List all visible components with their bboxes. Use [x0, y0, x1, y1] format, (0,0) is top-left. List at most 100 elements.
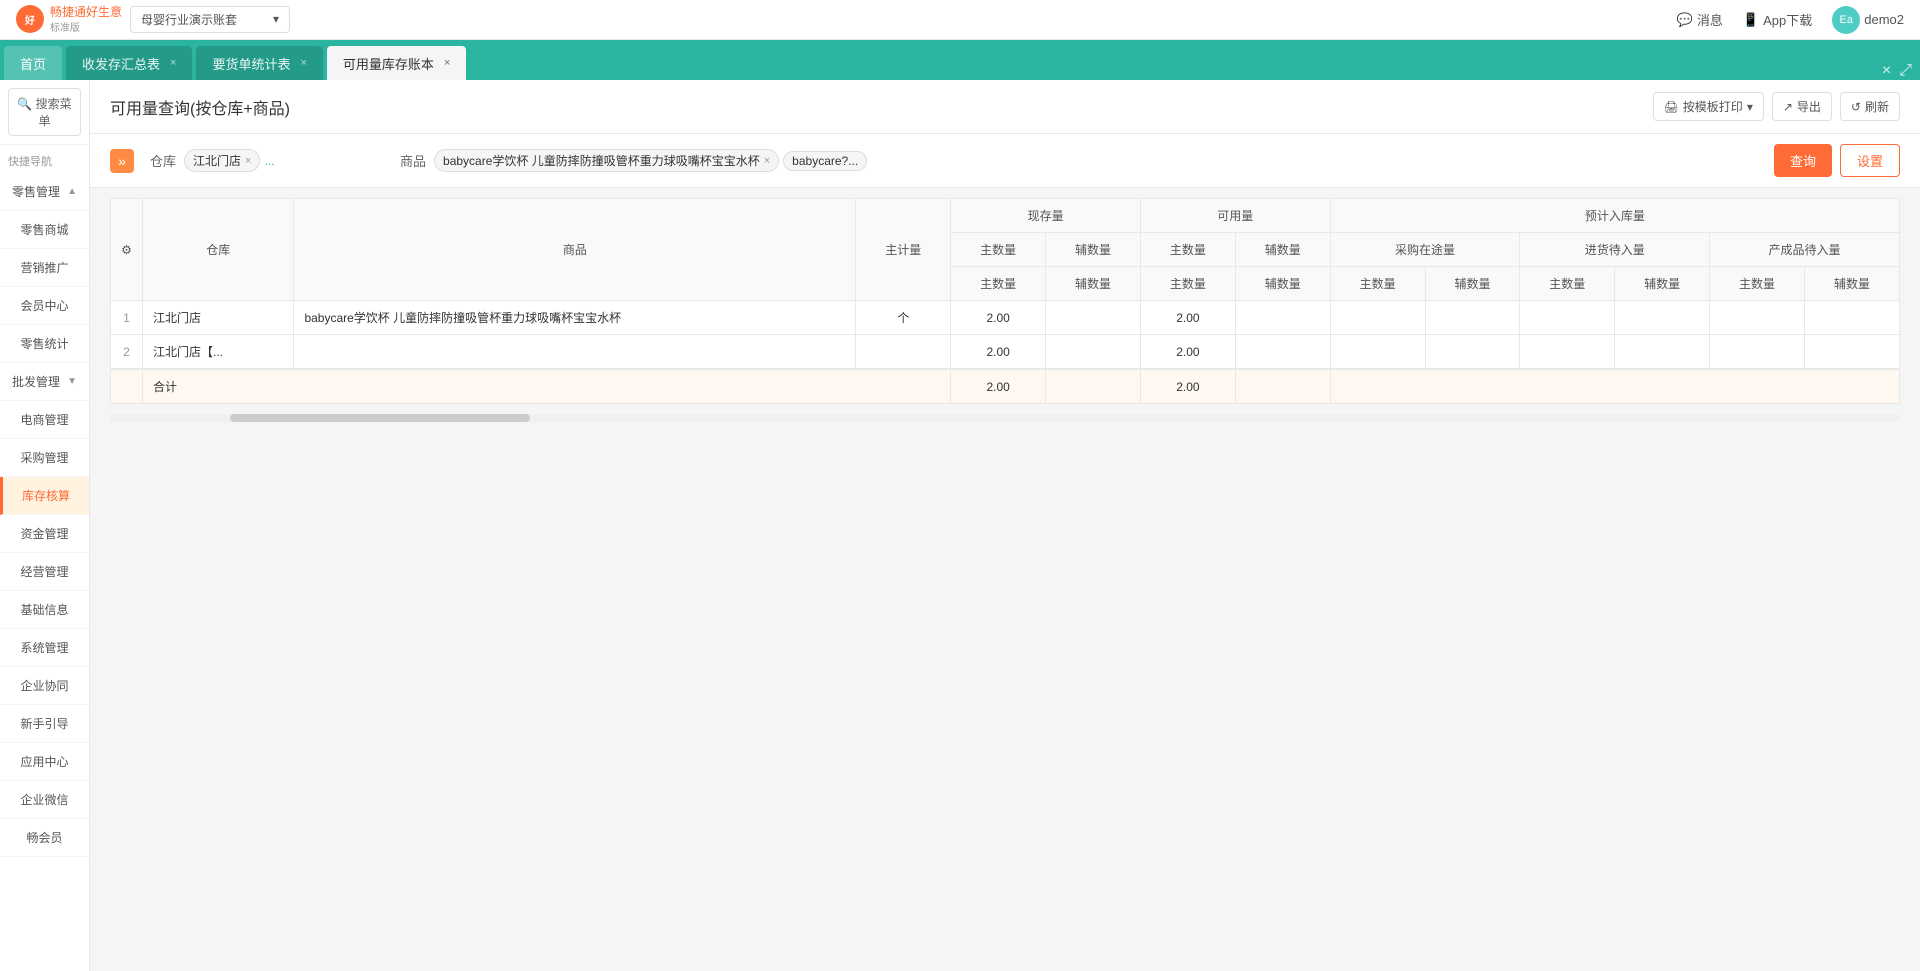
refresh-button[interactable]: ↺ 刷新	[1840, 92, 1900, 121]
app-download-button[interactable]: 📱 App下载	[1743, 10, 1812, 29]
filter-area: » 仓库 江北门店 × ... 商品 babycare学饮杯 儿童防摔防撞吸管杯…	[90, 134, 1920, 188]
print-button[interactable]: 🖨 按模板打印 ▾	[1653, 92, 1764, 121]
row-current-aux-1	[1046, 335, 1141, 370]
scroll-thumb[interactable]	[230, 414, 530, 422]
sidebar-item-ecommerce[interactable]: 电商管理	[0, 401, 89, 439]
product-tag-2-value: babycare?...	[792, 154, 858, 168]
message-button[interactable]: 💬 消息	[1677, 10, 1723, 29]
warehouse-filter-tags: 江北门店 × ...	[184, 149, 384, 172]
tab-close-all-button[interactable]: ×	[1882, 62, 1891, 80]
refresh-label: 刷新	[1865, 98, 1889, 115]
total-row: 合计 2.00 2.00	[111, 369, 1900, 404]
sidebar-retail-mall-label: 零售商城	[20, 221, 68, 238]
warehouse-filter-group: 仓库 江北门店 × ...	[150, 149, 384, 172]
scroll-bar-container	[90, 414, 1920, 426]
tab-income-summary-close[interactable]: ×	[170, 57, 176, 69]
sidebar-item-finance[interactable]: 资金管理	[0, 515, 89, 553]
col-pm-sub-main: 主数量	[1330, 267, 1425, 301]
sidebar-item-wechat[interactable]: 企业微信	[0, 781, 89, 819]
filter-actions: 查询 设置	[1774, 144, 1900, 177]
warehouse-tag-1-close[interactable]: ×	[245, 155, 251, 167]
product-tag-2[interactable]: babycare?...	[783, 151, 867, 171]
total-label-cell	[111, 369, 143, 404]
sidebar-item-enterprise[interactable]: 企业协同	[0, 667, 89, 705]
expand-filter-button[interactable]: »	[110, 149, 134, 173]
tab-order-stats[interactable]: 要货单统计表 ×	[196, 46, 322, 80]
row-purchase-aux-0	[1425, 301, 1520, 335]
export-button[interactable]: ↗ 导出	[1772, 92, 1832, 121]
row-transit-main-1	[1520, 335, 1615, 370]
sidebar-app-center-label: 应用中心	[20, 753, 68, 770]
sidebar-item-basic-info[interactable]: 基础信息	[0, 591, 89, 629]
product-tag-1[interactable]: babycare学饮杯 儿童防摔防撞吸管杯重力球吸嘴杯宝宝水杯 ×	[434, 149, 779, 172]
tab-income-summary[interactable]: 收发存汇总表 ×	[66, 46, 192, 80]
product-tag-1-value: babycare学饮杯 儿童防摔防撞吸管杯重力球吸嘴杯宝宝水杯	[443, 152, 760, 169]
sidebar-item-app-center[interactable]: 应用中心	[0, 743, 89, 781]
sidebar-enterprise-label: 企业协同	[20, 677, 68, 694]
row-transit-main-0	[1520, 301, 1615, 335]
col-warehouse-header: 仓库	[143, 199, 294, 301]
col-current-aux-header: 辅数量	[1046, 233, 1141, 267]
filter-settings-button[interactable]: 设置	[1840, 144, 1900, 177]
total-available-main: 2.00	[1140, 369, 1235, 404]
sidebar-item-marketing[interactable]: 营销推广	[0, 249, 89, 287]
sidebar-item-operations[interactable]: 经营管理	[0, 553, 89, 591]
row-production-main-1	[1710, 335, 1805, 370]
user-profile[interactable]: Ea demo2	[1832, 6, 1904, 34]
sidebar-basic-info-label: 基础信息	[20, 601, 68, 618]
logo-area: 好 畅捷通好生意 标准版	[16, 5, 122, 34]
tab-home[interactable]: 首页	[4, 46, 62, 80]
sidebar-retail-mgmt-label: 零售管理	[12, 183, 60, 200]
sidebar-item-new-guide[interactable]: 新手引导	[0, 705, 89, 743]
message-label: 消息	[1697, 10, 1723, 29]
sidebar-retail-stats-label: 零售统计	[20, 335, 68, 352]
page-header: 可用量查询(按仓库+商品) 🖨 按模板打印 ▾ ↗ 导出 ↺ 刷新	[90, 80, 1920, 134]
sidebar-new-guide-label: 新手引导	[20, 715, 68, 732]
row-num-1: 2	[111, 335, 143, 370]
row-warehouse-0: 江北门店	[143, 301, 294, 335]
sidebar-item-purchase[interactable]: 采购管理	[0, 439, 89, 477]
sidebar-item-vip[interactable]: 畅会员	[0, 819, 89, 857]
row-purchase-main-1	[1330, 335, 1425, 370]
sidebar: 🔍 搜索菜单 快捷导航 零售管理 ▲ 零售商城 营销推广 会员中心 零售统计 批…	[0, 80, 90, 971]
page-title: 可用量查询(按仓库+商品)	[110, 95, 290, 119]
warehouse-tag-1[interactable]: 江北门店 ×	[184, 149, 260, 172]
search-menu-button[interactable]: 🔍 搜索菜单	[8, 88, 81, 136]
col-pm-sub-aux: 辅数量	[1425, 267, 1520, 301]
wholesale-mgmt-arrow-icon: ▼	[67, 376, 77, 387]
message-icon: 💬	[1677, 12, 1693, 28]
quick-nav-label: 快捷导航	[0, 145, 89, 173]
product-filter-group: 商品 babycare学饮杯 儿童防摔防撞吸管杯重力球吸嘴杯宝宝水杯 × bab…	[400, 149, 867, 172]
col-incoming-group-header: 预计入库量	[1330, 199, 1899, 233]
product-filter-label: 商品	[400, 151, 426, 170]
tab-bar: 首页 收发存汇总表 × 要货单统计表 × 可用量库存账本 × × ⤢	[0, 40, 1920, 80]
tab-available-stock-close[interactable]: ×	[444, 57, 450, 69]
sidebar-item-member[interactable]: 会员中心	[0, 287, 89, 325]
col-production-group-header: 产成品待入量	[1710, 233, 1900, 267]
tab-available-stock[interactable]: 可用量库存账本 ×	[327, 46, 466, 80]
sidebar-item-retail-stats[interactable]: 零售统计	[0, 325, 89, 363]
sidebar-item-system[interactable]: 系统管理	[0, 629, 89, 667]
tab-home-label: 首页	[20, 54, 46, 73]
query-button[interactable]: 查询	[1774, 144, 1832, 177]
tab-order-stats-label: 要货单统计表	[212, 54, 290, 73]
total-current-main: 2.00	[951, 369, 1046, 404]
sidebar-item-retail-mall[interactable]: 零售商城	[0, 211, 89, 249]
main-layout: 🔍 搜索菜单 快捷导航 零售管理 ▲ 零售商城 营销推广 会员中心 零售统计 批…	[0, 80, 1920, 971]
total-label: 合计	[143, 369, 951, 404]
industry-select[interactable]: 母婴行业演示账套 ▾	[130, 6, 290, 33]
tab-expand-button[interactable]: ⤢	[1899, 62, 1912, 80]
tab-available-stock-label: 可用量库存账本	[343, 54, 434, 73]
sidebar-item-inventory[interactable]: 库存核算	[0, 477, 89, 515]
total-current-aux	[1046, 369, 1141, 404]
sidebar-item-wholesale-mgmt[interactable]: 批发管理 ▼	[0, 363, 89, 401]
tab-order-stats-close[interactable]: ×	[300, 57, 306, 69]
warehouse-filter-more[interactable]: ...	[264, 154, 274, 168]
app-download-label: App下载	[1763, 10, 1812, 29]
product-tag-1-close[interactable]: ×	[764, 155, 770, 167]
col-settings-header[interactable]: ⚙	[111, 199, 143, 301]
logo-text: 畅捷通好生意	[50, 5, 122, 19]
row-available-main-1: 2.00	[1140, 335, 1235, 370]
sidebar-item-retail-mgmt[interactable]: 零售管理 ▲	[0, 173, 89, 211]
col-available-group-header: 可用量	[1140, 199, 1330, 233]
